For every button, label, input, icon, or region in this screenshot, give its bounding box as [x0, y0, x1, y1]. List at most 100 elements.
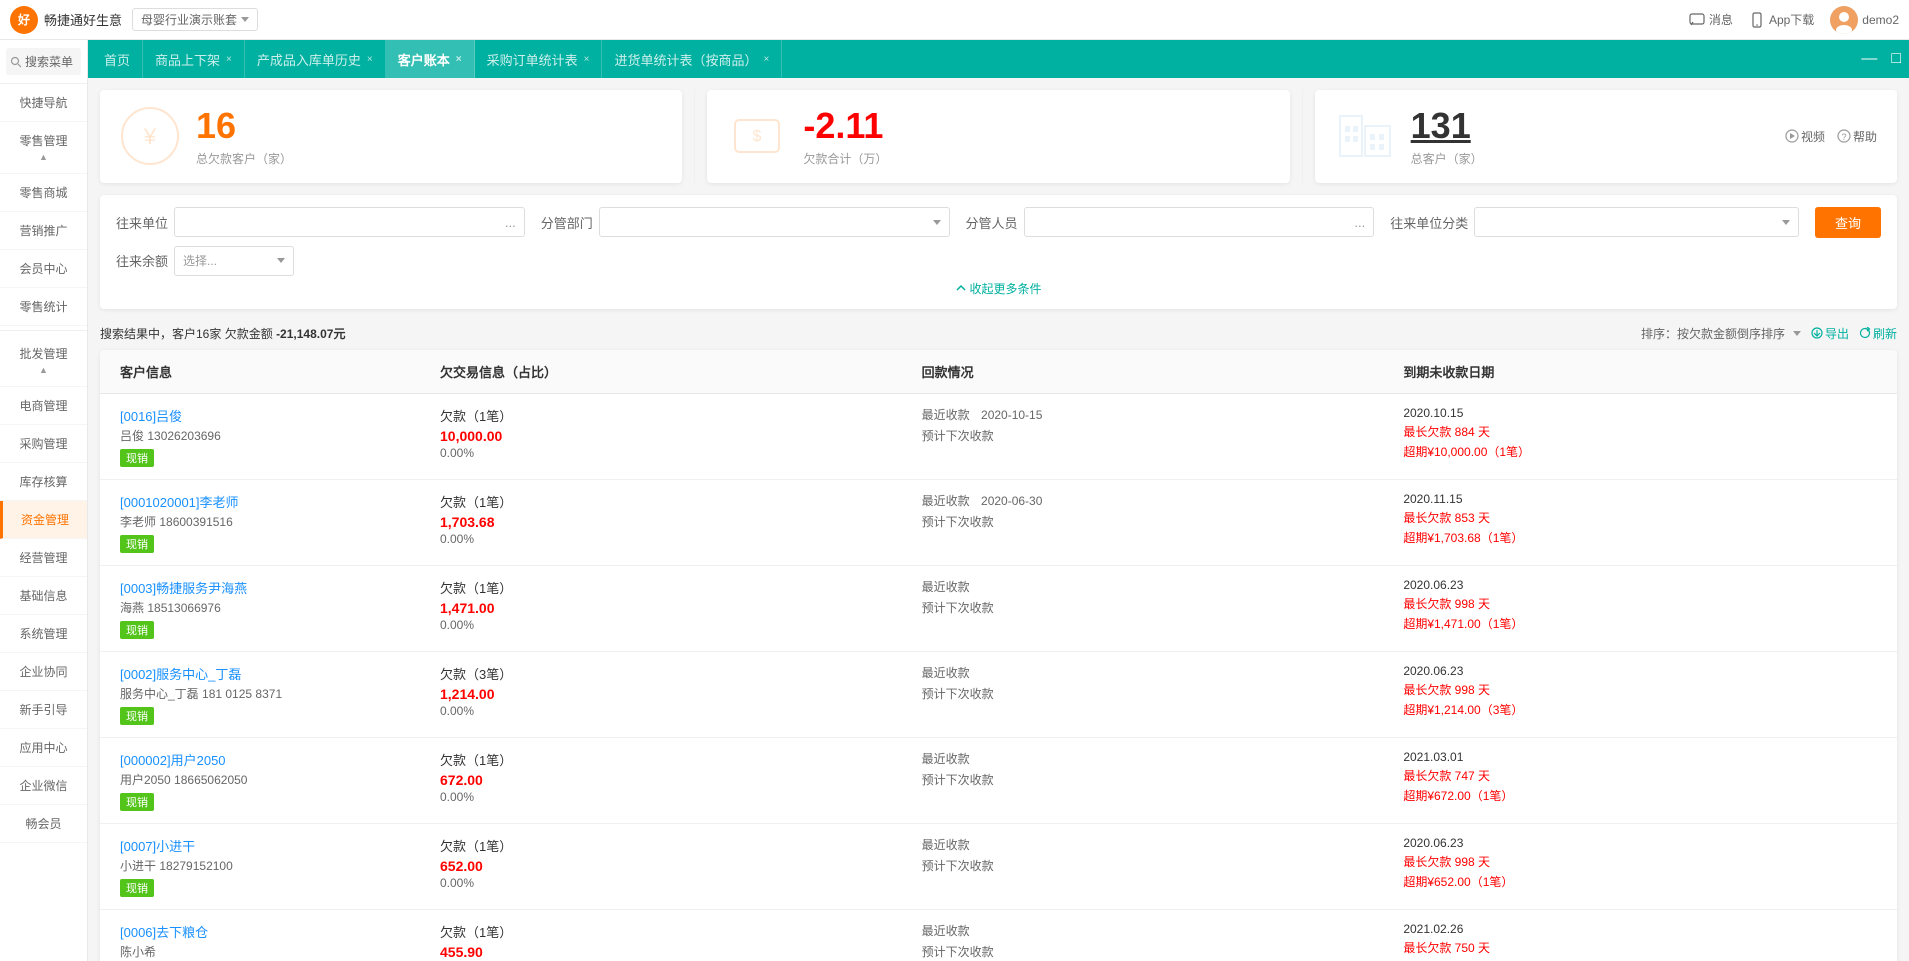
debt-count-2: 欠款（1笔） — [440, 578, 914, 597]
overdue-cell-3: 2020.06.23 最长欠款 998 天 超期¥1,214.00（3笔） — [1399, 662, 1881, 720]
sidebar-item-retail-stat[interactable]: 零售统计 — [0, 288, 87, 326]
sidebar-item-corp-wechat[interactable]: 企业微信 — [0, 767, 87, 805]
unit-class-select[interactable] — [1474, 207, 1799, 237]
user-menu[interactable]: demo2 — [1830, 6, 1899, 34]
recovery-cell-6: 最近收款 预计下次收款 — [918, 920, 1400, 961]
customer-icon: ¥ — [120, 106, 180, 166]
sidebar-item-ops[interactable]: 经营管理 — [0, 539, 87, 577]
customer-cell-0: [0016]吕俊 吕俊 13026203696 现销 — [116, 404, 436, 469]
sidebar-item-app-center[interactable]: 应用中心 — [0, 729, 87, 767]
customer-phone-5: 小进干 18279152100 — [120, 857, 432, 874]
help-link[interactable]: ? 帮助 — [1837, 128, 1877, 145]
video-link[interactable]: 视频 — [1785, 128, 1825, 145]
sidebar-item-new-guide[interactable]: 新手引导 — [0, 691, 87, 729]
sidebar-item-retail-mgmt[interactable]: 零售管理 ▲ — [0, 122, 87, 174]
tab-import-stats[interactable]: 进货单统计表（按商品） × — [602, 40, 782, 78]
header-customer-info: 客户信息 — [116, 360, 436, 383]
customer-name-6[interactable]: [0006]去下粮仓 — [120, 922, 432, 941]
tab-customer-account[interactable]: 客户账本 × — [386, 40, 475, 78]
help-icon: ? — [1837, 129, 1851, 143]
debt-amount-4[interactable]: 672.00 — [440, 772, 914, 788]
chevron-down-icon-class — [1782, 220, 1790, 225]
sidebar-item-basic-info[interactable]: 基础信息 — [0, 577, 87, 615]
customer-name-1[interactable]: [0001020001]李老师 — [120, 492, 432, 511]
overdue-link-3[interactable]: 超期¥1,214.00（3笔） — [1403, 701, 1877, 718]
overdue-link-5[interactable]: 超期¥652.00（1笔） — [1403, 873, 1877, 890]
recovery-label-3: 最近收款 — [922, 664, 1396, 681]
debt-amount-2[interactable]: 1,471.00 — [440, 600, 914, 616]
query-button[interactable]: 查询 — [1815, 207, 1881, 238]
balance-select[interactable]: 选择... — [174, 246, 294, 276]
sidebar-item-batch-mgmt[interactable]: 批发管理 ▲ — [0, 335, 87, 387]
tab-close-import-stats[interactable]: × — [763, 54, 769, 65]
sidebar-item-sys[interactable]: 系统管理 — [0, 615, 87, 653]
debt-amount-5[interactable]: 652.00 — [440, 858, 914, 874]
customer-phone-6: 陈小希 — [120, 943, 432, 960]
avatar — [1830, 6, 1858, 34]
table-row: [000002]用户2050 用户2050 18665062050 现销 欠款（… — [100, 738, 1897, 824]
sidebar-item-purchase[interactable]: 采购管理 — [0, 425, 87, 463]
dept-select[interactable] — [599, 207, 950, 237]
overdue-link-2[interactable]: 超期¥1,471.00（1笔） — [1403, 615, 1877, 632]
customer-name-3[interactable]: [0002]服务中心_丁磊 — [120, 664, 432, 683]
app-download-btn[interactable]: App下载 — [1749, 11, 1814, 28]
tab-product-toggle[interactable]: 商品上下架 × — [143, 40, 245, 78]
sidebar-item-member[interactable]: 会员中心 — [0, 250, 87, 288]
sidebar-item-quick-nav[interactable]: 快捷导航 — [0, 84, 87, 122]
debt-amount-0[interactable]: 10,000.00 — [440, 428, 914, 444]
sidebar-item-inventory[interactable]: 库存核算 — [0, 463, 87, 501]
result-summary: 搜索结果中，客户16家 — [100, 327, 221, 341]
overdue-link-1[interactable]: 超期¥1,703.68（1笔） — [1403, 529, 1877, 546]
sidebar-item-ecom[interactable]: 电商管理 — [0, 387, 87, 425]
chevron-down-icon — [241, 17, 249, 22]
debt-amount-6[interactable]: 455.90 — [440, 944, 914, 960]
minimize-btn[interactable]: — — [1857, 46, 1881, 72]
person-input[interactable]: ... — [1024, 207, 1375, 237]
debt-amount-1[interactable]: 1,703.68 — [440, 514, 914, 530]
debt-amount-3[interactable]: 1,214.00 — [440, 686, 914, 702]
message-btn[interactable]: 消息 — [1689, 11, 1733, 28]
overdue-link-4[interactable]: 超期¥672.00（1笔） — [1403, 787, 1877, 804]
from-unit-input[interactable]: ... — [174, 207, 525, 237]
refresh-btn[interactable]: 刷新 — [1859, 325, 1897, 342]
building-icon — [1335, 106, 1395, 166]
store-selector[interactable]: 母婴行业演示账套 — [132, 8, 258, 31]
sidebar-item-capital[interactable]: 资金管理 — [0, 501, 87, 539]
sidebar-item-marketing[interactable]: 营销推广 — [0, 212, 87, 250]
debt-percent-0: 0.00% — [440, 446, 914, 460]
tab-home[interactable]: 首页 — [92, 40, 143, 78]
customer-tag-4: 现销 — [120, 793, 154, 811]
sidebar: 搜索菜单 快捷导航 零售管理 ▲ 零售商城 营销推广 会员中心 零售统计 批发管… — [0, 40, 88, 961]
overdue-days-4: 最长欠款 747 天 — [1403, 767, 1877, 784]
tab-close-purchase-stats[interactable]: × — [584, 54, 590, 65]
customer-name-4[interactable]: [000002]用户2050 — [120, 750, 432, 769]
result-info: 搜索结果中，客户16家 欠款金额 -21,148.07元 — [100, 325, 345, 342]
svg-text:¥: ¥ — [143, 124, 157, 149]
maximize-btn[interactable]: □ — [1887, 46, 1905, 72]
tabs-actions: — □ — [1857, 46, 1905, 72]
export-btn[interactable]: 导出 — [1811, 325, 1849, 342]
sidebar-item-retail-store[interactable]: 零售商城 — [0, 174, 87, 212]
tab-product-history[interactable]: 产成品入库单历史 × — [245, 40, 386, 78]
overdue-link-0[interactable]: 超期¥10,000.00（1笔） — [1403, 443, 1877, 460]
sidebar-item-corp-collab[interactable]: 企业协同 — [0, 653, 87, 691]
balance-placeholder: 选择... — [183, 252, 217, 269]
tab-close-product-history[interactable]: × — [367, 54, 373, 65]
stat-number-1: 16 — [196, 106, 662, 146]
header-recovery: 回款情况 — [918, 360, 1400, 383]
customer-name-2[interactable]: [0003]畅捷服务尹海燕 — [120, 578, 432, 597]
collapse-button[interactable]: 收起更多条件 — [955, 280, 1041, 297]
customer-name-0[interactable]: [0016]吕俊 — [120, 406, 432, 425]
sidebar-item-vip[interactable]: 畅会员 — [0, 805, 87, 843]
recovery-next-2: 预计下次收款 — [922, 599, 1396, 616]
tab-close-customer-account[interactable]: × — [456, 54, 462, 65]
sort-selector[interactable]: 排序：按欠款金额倒序排序 — [1641, 325, 1801, 342]
recovery-label-4: 最近收款 — [922, 750, 1396, 767]
search-menu-btn[interactable]: 搜索菜单 — [6, 48, 81, 75]
tab-close-product-toggle[interactable]: × — [226, 54, 232, 65]
tab-purchase-stats[interactable]: 采购订单统计表 × — [475, 40, 603, 78]
svg-text:$: $ — [753, 128, 762, 145]
customer-name-5[interactable]: [0007]小进干 — [120, 836, 432, 855]
recovery-label-0: 最近收款 2020-10-15 — [922, 406, 1396, 423]
recovery-label-6: 最近收款 — [922, 922, 1396, 939]
